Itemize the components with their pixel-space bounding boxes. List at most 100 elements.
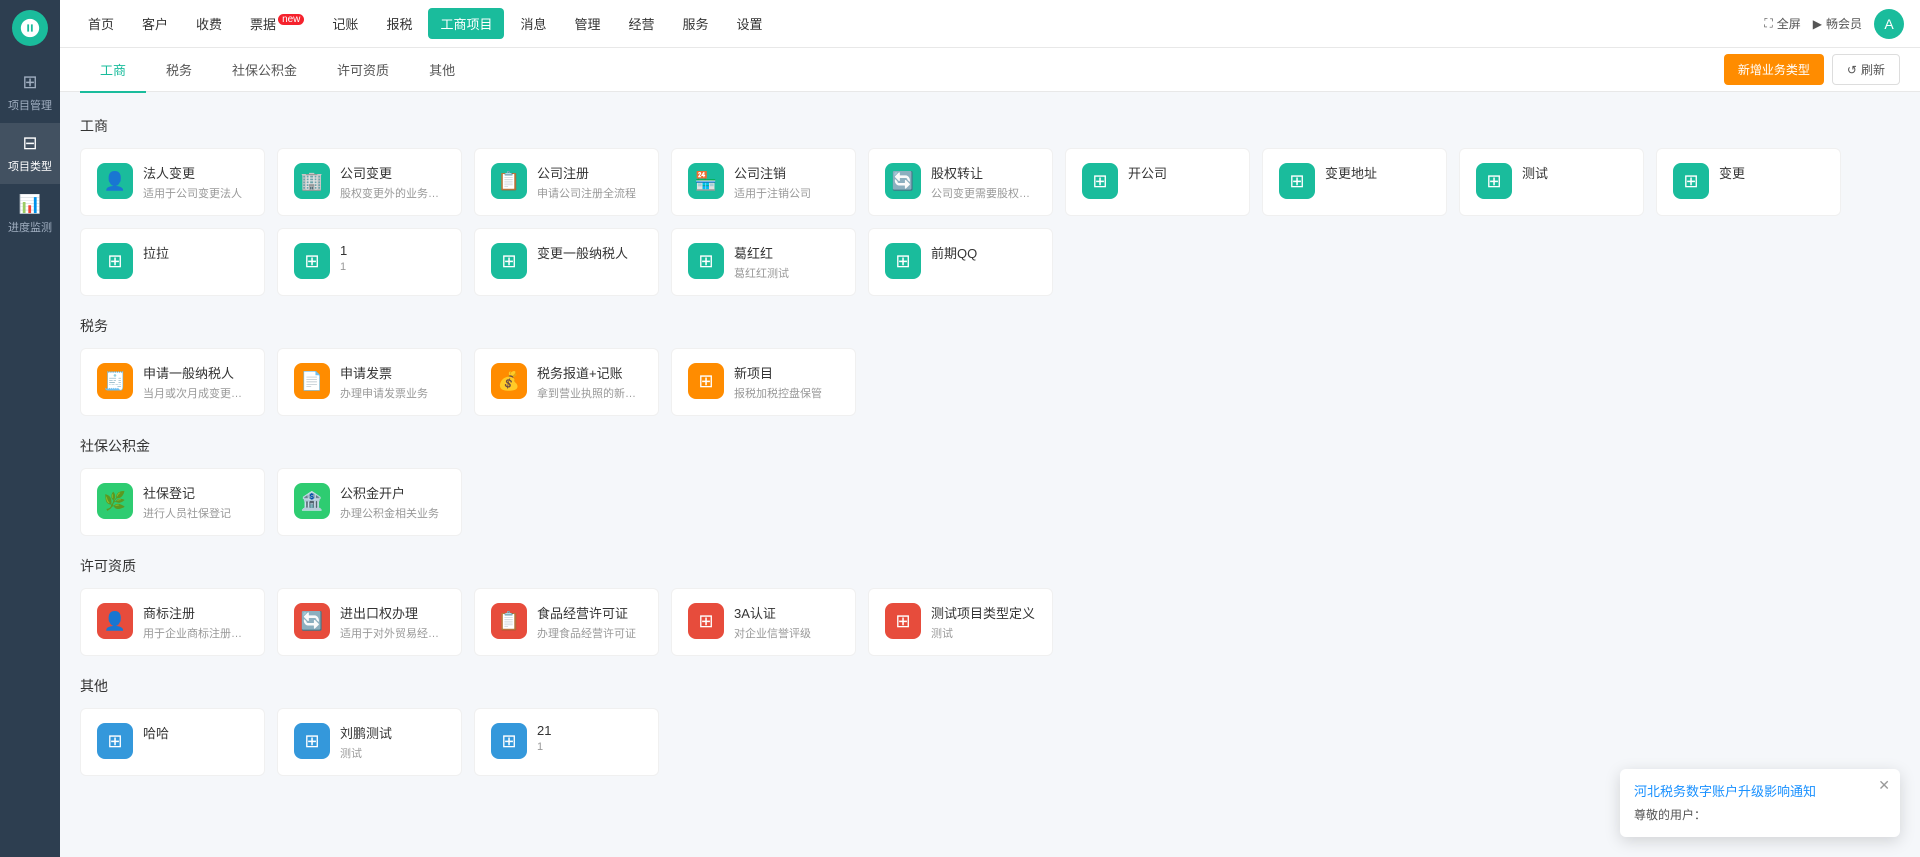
card-icon: ⊞ xyxy=(1673,163,1709,199)
tab-permit[interactable]: 许可资质 xyxy=(317,48,409,93)
card-icon: ⊞ xyxy=(97,723,133,759)
card-one[interactable]: ⊞ 1 1 xyxy=(277,228,462,296)
card-icon: 📋 xyxy=(491,163,527,199)
card-test-type-def[interactable]: ⊞ 测试项目类型定义 测试 xyxy=(868,588,1053,656)
section-title-permit: 许可资质 xyxy=(80,556,1900,576)
refresh-icon: ↺ xyxy=(1847,63,1857,77)
notification-close-btn[interactable]: ✕ xyxy=(1878,777,1890,794)
card-company-change[interactable]: 🏢 公司变更 股权变更外的业务变更 xyxy=(277,148,462,216)
card-icon: ⊞ xyxy=(491,723,527,759)
card-name: 进出口权办理 xyxy=(340,603,445,622)
card-desc: 1 xyxy=(340,261,445,273)
card-change-general-taxpayer[interactable]: ⊞ 变更一般纳税人 xyxy=(474,228,659,296)
nav-home[interactable]: 首页 xyxy=(76,8,126,39)
nav-service[interactable]: 服务 xyxy=(671,8,721,39)
card-apply-invoice[interactable]: 📄 申请发票 办理申请发票业务 xyxy=(277,348,462,416)
card-new-project[interactable]: ⊞ 新项目 报税加税控盘保管 xyxy=(671,348,856,416)
card-name: 变更地址 xyxy=(1325,163,1430,182)
nav-invoice[interactable]: 票据new xyxy=(238,8,316,39)
card-icon: 🔄 xyxy=(885,163,921,199)
card-tax-report-accounting[interactable]: 💰 税务报道+记账 拿到营业执照的新公司 xyxy=(474,348,659,416)
card-desc: 适用于注销公司 xyxy=(734,185,839,201)
card-previous-qq[interactable]: ⊞ 前期QQ xyxy=(868,228,1053,296)
nav-billing[interactable]: 收费 xyxy=(184,8,234,39)
sidebar-item-project-mgmt[interactable]: ⊞ 项目管理 xyxy=(0,62,60,123)
tabs-left: 工商 税务 社保公积金 许可资质 其他 xyxy=(80,48,475,92)
card-icon: ⊞ xyxy=(885,603,921,639)
avatar[interactable]: A xyxy=(1874,9,1904,39)
card-name: 公司变更 xyxy=(340,163,445,182)
cards-grid-other: ⊞ 哈哈 ⊞ 刘鹏测试 测试 ⊞ xyxy=(80,708,1900,776)
main-wrapper: 首页 客户 收费 票据new 记账 报税 工商项目 消息 管理 经营 服务 设置… xyxy=(60,0,1920,857)
cards-grid-bizreg: 👤 法人变更 适用于公司变更法人 🏢 公司变更 股权变更外的业务变更 xyxy=(80,148,1900,296)
nav-bizproject[interactable]: 工商项目 xyxy=(428,8,504,39)
card-desc: 测试 xyxy=(340,745,445,761)
card-icon: ⊞ xyxy=(1279,163,1315,199)
card-desc: 办理公积金相关业务 xyxy=(340,505,445,521)
tab-tax[interactable]: 税务 xyxy=(146,48,212,93)
sidebar-item-progress-monitor[interactable]: 📊 进度监测 xyxy=(0,184,60,245)
card-liu-peng-test[interactable]: ⊞ 刘鹏测试 测试 xyxy=(277,708,462,776)
card-icon: 📋 xyxy=(491,603,527,639)
sidebar-logo[interactable] xyxy=(12,10,48,46)
card-desc: 公司变更需要股权转让 xyxy=(931,185,1036,201)
page-content: 工商 税务 社保公积金 许可资质 其他 新增业务类型 ↺ 刷新 工商 xyxy=(60,48,1920,857)
refresh-btn[interactable]: ↺ 刷新 xyxy=(1832,54,1900,85)
member-icon: ▶ xyxy=(1813,17,1822,31)
nav-settings[interactable]: 设置 xyxy=(725,8,775,39)
card-food-permit[interactable]: 📋 食品经营许可证 办理食品经营许可证 xyxy=(474,588,659,656)
card-lala[interactable]: ⊞ 拉拉 xyxy=(80,228,265,296)
card-equity-transfer[interactable]: 🔄 股权转让 公司变更需要股权转让 xyxy=(868,148,1053,216)
card-desc: 用于企业商标注册服务 xyxy=(143,625,248,641)
topnav: 首页 客户 收费 票据new 记账 报税 工商项目 消息 管理 经营 服务 设置… xyxy=(60,0,1920,48)
card-twenty-one[interactable]: ⊞ 21 1 xyxy=(474,708,659,776)
card-icon: 🏪 xyxy=(688,163,724,199)
card-icon: ⊞ xyxy=(294,243,330,279)
project-type-icon: ⊟ xyxy=(22,133,37,154)
card-social-register[interactable]: 🌿 社保登记 进行人员社保登记 xyxy=(80,468,265,536)
tabs-bar: 工商 税务 社保公积金 许可资质 其他 新增业务类型 ↺ 刷新 xyxy=(60,48,1920,92)
section-title-bizreg: 工商 xyxy=(80,116,1900,136)
card-guhonghong[interactable]: ⊞ 葛红红 葛红红测试 xyxy=(671,228,856,296)
card-trademark[interactable]: 👤 商标注册 用于企业商标注册服务 xyxy=(80,588,265,656)
tab-bizreg[interactable]: 工商 xyxy=(80,48,146,93)
cards-grid-social: 🌿 社保登记 进行人员社保登记 🏦 公积金开户 办理公积金相关业务 xyxy=(80,468,1900,536)
card-desc: 葛红红测试 xyxy=(734,265,839,281)
card-change[interactable]: ⊞ 变更 xyxy=(1656,148,1841,216)
card-3a-cert[interactable]: ⊞ 3A认证 对企业信誉评级 xyxy=(671,588,856,656)
card-apply-general-taxpayer[interactable]: 🧾 申请一般纳税人 当月或次月成变更完成 xyxy=(80,348,265,416)
card-change-address[interactable]: ⊞ 变更地址 xyxy=(1262,148,1447,216)
fullscreen-btn[interactable]: ⛶ 全屏 xyxy=(1764,15,1800,32)
card-name: 商标注册 xyxy=(143,603,248,622)
card-icon: ⊞ xyxy=(1082,163,1118,199)
tab-other[interactable]: 其他 xyxy=(409,48,475,93)
nav-management[interactable]: 管理 xyxy=(562,8,612,39)
nav-tax[interactable]: 报税 xyxy=(374,8,424,39)
card-legal-change[interactable]: 👤 法人变更 适用于公司变更法人 xyxy=(80,148,265,216)
tab-social[interactable]: 社保公积金 xyxy=(212,48,317,93)
nav-message[interactable]: 消息 xyxy=(508,8,558,39)
nav-operation[interactable]: 经营 xyxy=(617,8,667,39)
card-desc: 1 xyxy=(537,741,642,753)
nav-customer[interactable]: 客户 xyxy=(130,8,180,39)
nav-accounting[interactable]: 记账 xyxy=(320,8,370,39)
notification-popup: ✕ 河北税务数字账户升级影响通知 尊敬的用户： xyxy=(1620,769,1900,837)
card-company-register[interactable]: 📋 公司注册 申请公司注册全流程 xyxy=(474,148,659,216)
card-import-export[interactable]: 🔄 进出口权办理 适用于对外贸易经营者 xyxy=(277,588,462,656)
content-area: 工商 税务 社保公积金 许可资质 其他 新增业务类型 ↺ 刷新 工商 xyxy=(60,48,1920,857)
card-icon: ⊞ xyxy=(688,603,724,639)
card-name: 变更一般纳税人 xyxy=(537,243,642,262)
card-open-company[interactable]: ⊞ 开公司 xyxy=(1065,148,1250,216)
sidebar-item-project-type[interactable]: ⊟ 项目类型 xyxy=(0,123,60,184)
card-name: 公司注册 xyxy=(537,163,642,182)
card-name: 开公司 xyxy=(1128,163,1233,182)
add-biz-type-btn[interactable]: 新增业务类型 xyxy=(1724,54,1824,85)
card-provident-fund[interactable]: 🏦 公积金开户 办理公积金相关业务 xyxy=(277,468,462,536)
section-title-social: 社保公积金 xyxy=(80,436,1900,456)
card-company-cancel[interactable]: 🏪 公司注销 适用于注销公司 xyxy=(671,148,856,216)
card-haha[interactable]: ⊞ 哈哈 xyxy=(80,708,265,776)
card-name: 21 xyxy=(537,723,642,738)
card-test[interactable]: ⊞ 测试 xyxy=(1459,148,1644,216)
member-btn[interactable]: ▶ 畅会员 xyxy=(1813,15,1862,32)
sidebar-item-label: 项目管理 xyxy=(8,97,52,113)
